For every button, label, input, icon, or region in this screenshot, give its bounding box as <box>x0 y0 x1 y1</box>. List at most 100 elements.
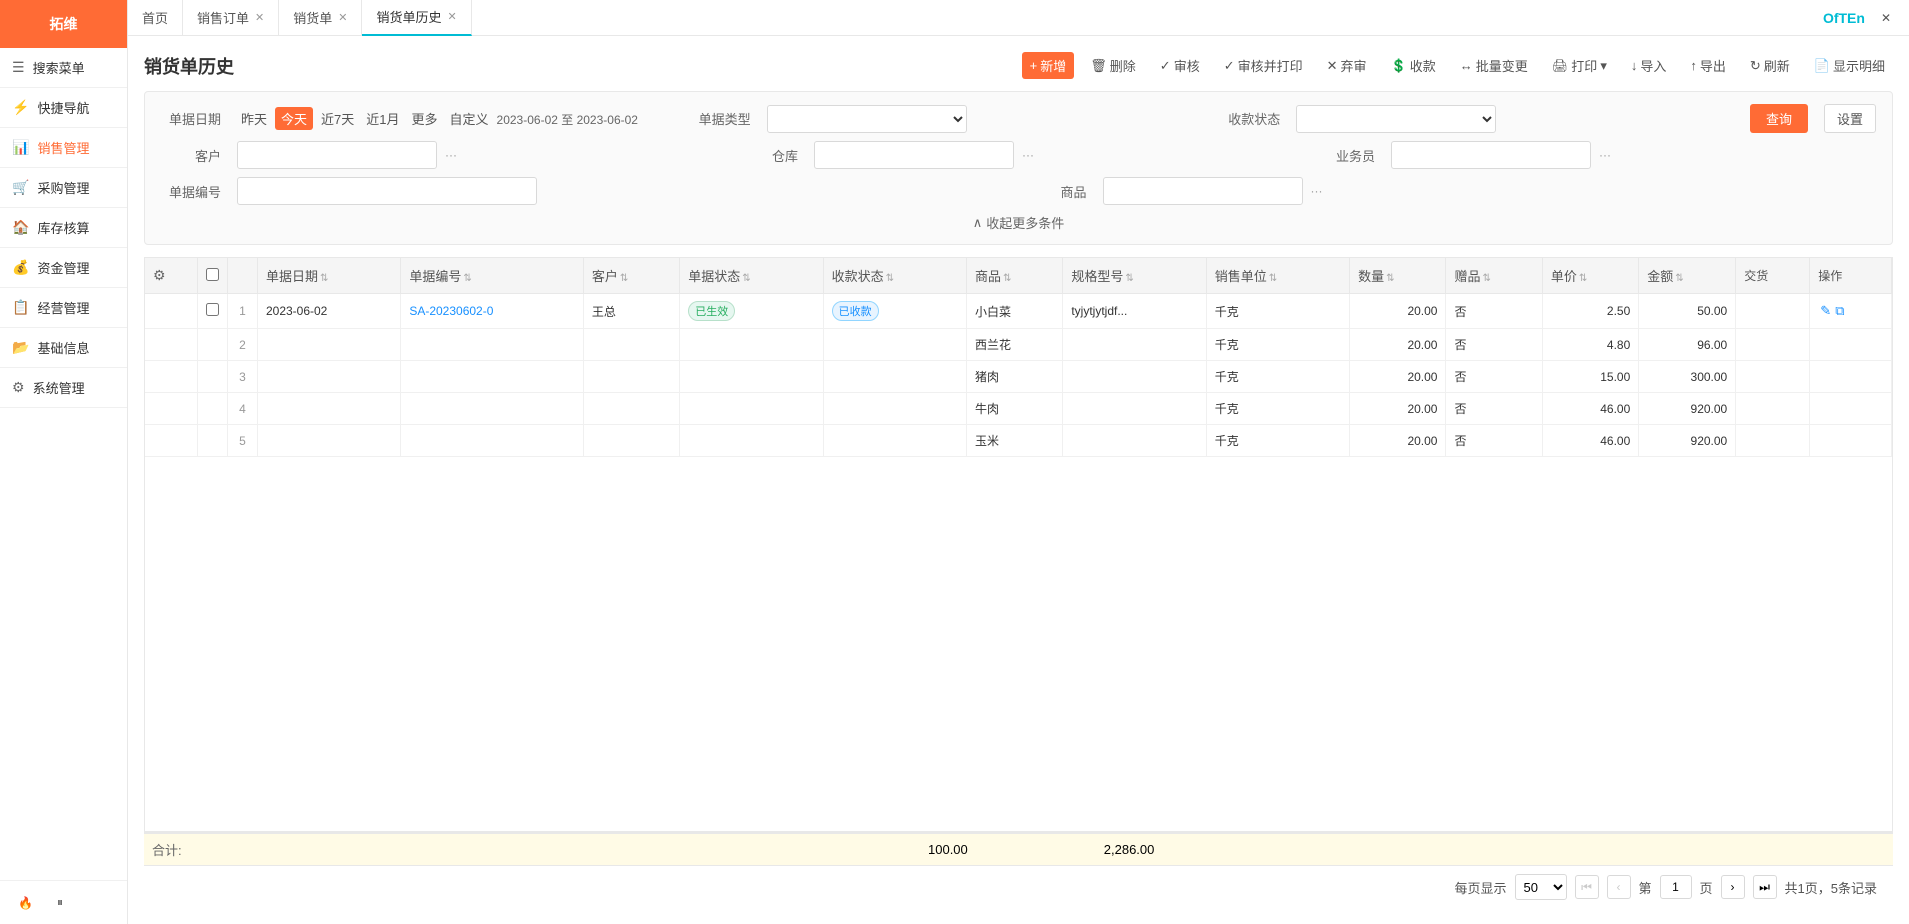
th-doc-date[interactable]: 单据日期⇅ <box>257 258 400 294</box>
delete-button[interactable]: 🗑 删除 <box>1082 52 1144 79</box>
import-label: 导入 <box>1640 56 1666 75</box>
sidebar-item-operations[interactable]: 📋 经营管理 <box>0 288 127 328</box>
close-icon[interactable]: ✕ <box>448 10 457 23</box>
collapse-button[interactable]: ∧ 收起更多条件 <box>973 213 1065 232</box>
topbar-close-button[interactable]: ✕ <box>1873 7 1899 29</box>
sort-icon: ⇅ <box>1579 273 1587 284</box>
sidebar-item-capital[interactable]: 💰 资金管理 <box>0 248 127 288</box>
sidebar-bottom-btn1[interactable]: 🔥 <box>10 891 41 914</box>
date-yesterday-btn[interactable]: 昨天 <box>237 107 271 130</box>
page-size-select[interactable]: 50 20 100 <box>1515 874 1567 900</box>
customer-ellipsis[interactable]: ··· <box>441 148 461 162</box>
tab-sales-order[interactable]: 销售订单 ✕ <box>183 0 279 36</box>
td-qty: 20.00 <box>1350 294 1446 329</box>
goods-ellipsis[interactable]: ··· <box>1307 184 1327 198</box>
staff-input[interactable] <box>1391 141 1591 169</box>
th-customer[interactable]: 客户⇅ <box>583 258 679 294</box>
query-button[interactable]: 查询 <box>1750 104 1808 133</box>
refresh-button[interactable]: ↻ 刷新 <box>1742 52 1798 79</box>
th-doc-status[interactable]: 单据状态⇅ <box>680 258 823 294</box>
td-doc-no[interactable]: SA-20230602-0 <box>401 294 583 329</box>
th-gift[interactable]: 赠品⇅ <box>1446 258 1542 294</box>
row-checkbox[interactable] <box>206 303 219 316</box>
brand-label: OfTEn <box>1823 10 1865 26</box>
td-doc-status <box>680 393 823 425</box>
th-pay-status[interactable]: 收款状态⇅ <box>823 258 966 294</box>
select-all-checkbox[interactable] <box>206 268 219 281</box>
capital-icon: 💰 <box>12 259 29 276</box>
last-page-button[interactable]: ⏭ <box>1753 875 1777 899</box>
tab-sales-invoice[interactable]: 销货单 ✕ <box>279 0 362 36</box>
th-goods[interactable]: 商品⇅ <box>966 258 1062 294</box>
td-doc-no[interactable] <box>401 393 583 425</box>
sidebar-item-quick-nav[interactable]: ⚡ 快捷导航 <box>0 88 127 128</box>
edit-op-button[interactable]: ✎ <box>1818 303 1833 319</box>
sidebar-item-baseinfo[interactable]: 📂 基础信息 <box>0 328 127 368</box>
tab-sales-history[interactable]: 销货单历史 ✕ <box>362 0 471 36</box>
sidebar-item-system[interactable]: ⚙ 系统管理 <box>0 368 127 408</box>
delete-icon: 🗑 <box>1090 58 1107 74</box>
close-icon[interactable]: ✕ <box>338 11 347 24</box>
sidebar-item-sales[interactable]: 📊 销售管理 <box>0 128 127 168</box>
table-row: 3 猪肉 千克 20.00 否 15.00 300.00 <box>145 361 1892 393</box>
sidebar-item-inventory[interactable]: 🏠 库存核算 <box>0 208 127 248</box>
docno-input[interactable] <box>237 177 537 205</box>
date-more-btn[interactable]: 更多 <box>408 107 442 130</box>
table-header-row: ⚙ 单据日期⇅ 单据编号⇅ 客户⇅ 单据状态⇅ 收款状态⇅ 商品⇅ 规格型号⇅ … <box>145 258 1892 294</box>
next-page-button[interactable]: › <box>1721 875 1745 899</box>
page-number-input[interactable] <box>1660 875 1692 899</box>
prev-page-button[interactable]: ‹ <box>1607 875 1631 899</box>
goods-input[interactable] <box>1103 177 1303 205</box>
warehouse-input[interactable] <box>814 141 1014 169</box>
pay-status-select[interactable] <box>1296 105 1496 133</box>
sidebar-item-purchase[interactable]: 🛒 采购管理 <box>0 168 127 208</box>
td-doc-date: 2023-06-02 <box>257 294 400 329</box>
sort-icon: ⇅ <box>463 273 471 284</box>
th-settings[interactable]: ⚙ <box>145 258 197 294</box>
tab-sales-invoice-label: 销货单 <box>293 8 332 27</box>
copy-op-button[interactable]: ⧉ <box>1833 303 1846 319</box>
setting-button[interactable]: 设置 <box>1824 104 1876 133</box>
td-checkbox <box>197 425 227 457</box>
close-icon[interactable]: ✕ <box>255 11 264 24</box>
collect-button[interactable]: 💲 收款 <box>1383 52 1444 79</box>
import-button[interactable]: ↓ 导入 <box>1623 52 1675 79</box>
audit-print-icon: ✓ <box>1224 58 1235 74</box>
customer-input[interactable] <box>237 141 437 169</box>
th-unit[interactable]: 销售单位⇅ <box>1206 258 1349 294</box>
td-doc-no[interactable] <box>401 425 583 457</box>
sidebar-bottom-btn2[interactable]: ⏸ <box>49 891 71 914</box>
sidebar-item-search-menu[interactable]: ☰ 搜索菜单 <box>0 48 127 88</box>
doc-type-select[interactable] <box>767 105 967 133</box>
first-page-button[interactable]: ⏮ <box>1575 875 1599 899</box>
td-doc-no[interactable] <box>401 361 583 393</box>
batch-change-button[interactable]: ↔ 批量变更 <box>1452 52 1536 79</box>
date-custom-btn[interactable]: 自定义 <box>446 107 493 130</box>
doc-status-badge: 已生效 <box>688 301 735 321</box>
audit-button[interactable]: ✓ 审核 <box>1152 52 1208 79</box>
td-doc-no[interactable] <box>401 329 583 361</box>
toolbar: + 新增 🗑 删除 ✓ 审核 ✓ 审核并打印 ✕ 弃审 <box>1022 52 1893 79</box>
warehouse-ellipsis[interactable]: ··· <box>1018 148 1038 162</box>
show-detail-button[interactable]: 📄 显示明细 <box>1806 52 1893 79</box>
th-price[interactable]: 单价⇅ <box>1542 258 1638 294</box>
export-button[interactable]: ↑ 导出 <box>1682 52 1734 79</box>
td-gift: 否 <box>1446 361 1542 393</box>
th-spec[interactable]: 规格型号⇅ <box>1063 258 1206 294</box>
date-7days-btn[interactable]: 近7天 <box>317 107 358 130</box>
tab-home[interactable]: 首页 <box>128 0 183 36</box>
print-button[interactable]: 🖨 打印 ▾ <box>1544 52 1615 79</box>
audit-print-button[interactable]: ✓ 审核并打印 <box>1216 52 1311 79</box>
td-checkbox <box>197 361 227 393</box>
th-operation: 操作 <box>1810 258 1892 294</box>
th-amount[interactable]: 金额⇅ <box>1639 258 1736 294</box>
abandon-button[interactable]: ✕ 弃审 <box>1319 52 1375 79</box>
sort-icon: ⇅ <box>1675 273 1683 284</box>
th-doc-no[interactable]: 单据编号⇅ <box>401 258 583 294</box>
date-1month-btn[interactable]: 近1月 <box>362 107 403 130</box>
delete-label: 删除 <box>1110 56 1136 75</box>
date-today-btn[interactable]: 今天 <box>275 107 313 130</box>
staff-ellipsis[interactable]: ··· <box>1595 148 1615 162</box>
new-button[interactable]: + 新增 <box>1022 52 1075 79</box>
th-qty[interactable]: 数量⇅ <box>1350 258 1446 294</box>
